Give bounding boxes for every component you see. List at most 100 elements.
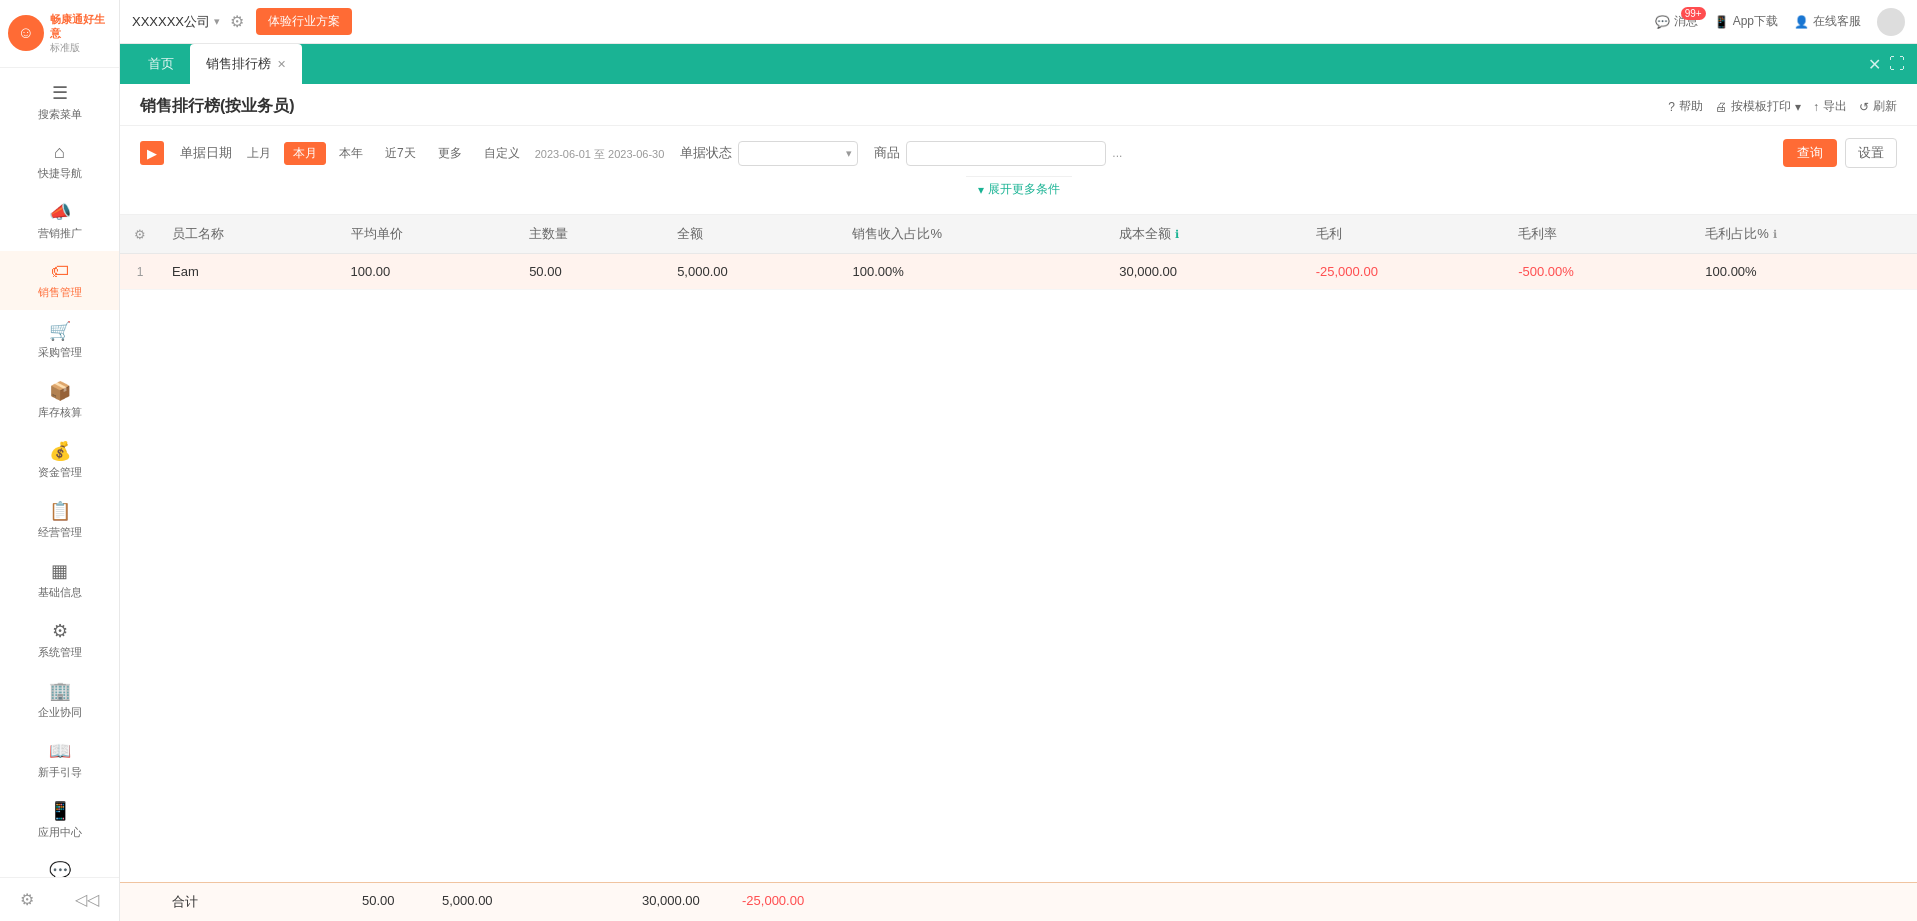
collab-icon: 🏢 <box>49 680 71 702</box>
status-select[interactable] <box>738 141 858 166</box>
sidebar-item-label: 企业协同 <box>38 705 82 720</box>
goods-ellipsis[interactable]: ... <box>1112 146 1122 160</box>
basic-info-icon: ▦ <box>51 560 68 582</box>
tab-sales-rank-label: 销售排行榜 <box>206 55 271 73</box>
sidebar-item-app-center[interactable]: 📱 应用中心 <box>0 790 119 850</box>
company-selector[interactable]: XXXXXX公司 ▾ <box>132 13 220 31</box>
filter-row: ▶ 单据日期 上月 本月 本年 近7天 更多 自定义 2023-06-01 至 … <box>140 138 1897 168</box>
tab-maximize-icon[interactable]: ⛶ <box>1889 55 1905 74</box>
footer-profit-rate <box>842 893 932 911</box>
th-sales-pct: 销售收入占比% <box>840 215 1107 254</box>
sidebar-item-label: 库存核算 <box>38 405 82 420</box>
sidebar-bottom: ⚙ ◁◁ <box>0 877 119 921</box>
goods-input[interactable] <box>906 141 1106 166</box>
footer-cells: 合计 50.00 5,000.00 30,000.00 -25,000.00 <box>132 893 1905 911</box>
sidebar-logo: ☺ 畅康通好生意 标准版 <box>0 0 119 68</box>
filter-goods-item: 商品 ... <box>874 141 1122 166</box>
sidebar-item-guide[interactable]: 📖 新手引导 <box>0 730 119 790</box>
data-table: ⚙ 员工名称 平均单价 主数量 全额 销售收入占比% 成本全额 ℹ 毛利 毛利率… <box>120 215 1917 290</box>
sidebar-item-label: 系统管理 <box>38 645 82 660</box>
footer-cost: 30,000.00 <box>642 893 742 911</box>
online-service-btn[interactable]: 👤 在线客服 <box>1794 13 1861 30</box>
page-actions: ? 帮助 🖨 按模板打印 ▾ ↑ 导出 ↺ 刷新 <box>1668 98 1897 115</box>
filter-status-item: 单据状态 <box>680 141 858 166</box>
sidebar-item-funds[interactable]: 💰 资金管理 <box>0 430 119 490</box>
settings-bottom-icon[interactable]: ⚙ <box>16 886 38 913</box>
logo-text: 畅康通好生意 <box>50 12 111 41</box>
cost-info-icon[interactable]: ℹ <box>1175 228 1179 240</box>
sidebar-item-label: 基础信息 <box>38 585 82 600</box>
th-profit-pct: 毛利占比% ℹ <box>1693 215 1917 254</box>
app-center-icon: 📱 <box>49 800 71 822</box>
sidebar-item-enterprise-wechat[interactable]: 💬 企业微信 <box>0 850 119 877</box>
sidebar-item-operations[interactable]: 📋 经营管理 <box>0 490 119 550</box>
period-last-7days[interactable]: 近7天 <box>376 142 425 165</box>
tab-close-all-icon[interactable]: ✕ <box>1868 55 1881 74</box>
message-badge: 99+ <box>1681 7 1706 20</box>
filter-more-row: ▾ 展开更多条件 <box>140 168 1897 202</box>
print-btn[interactable]: 🖨 按模板打印 ▾ <box>1715 98 1801 115</box>
sidebar-item-label: 资金管理 <box>38 465 82 480</box>
footer-profit: -25,000.00 <box>742 893 842 911</box>
expand-more-btn[interactable]: ▾ 展开更多条件 <box>966 176 1072 202</box>
td-quantity: 50.00 <box>517 254 665 290</box>
column-settings-icon[interactable]: ⚙ <box>134 227 146 242</box>
sidebar-item-inventory[interactable]: 📦 库存核算 <box>0 370 119 430</box>
tab-home-label: 首页 <box>148 55 174 73</box>
sidebar-item-purchase[interactable]: 🛒 采购管理 <box>0 310 119 370</box>
refresh-btn[interactable]: ↺ 刷新 <box>1859 98 1897 115</box>
settings-btn[interactable]: 设置 <box>1845 138 1897 168</box>
footer-label <box>132 893 172 911</box>
sidebar-item-label: 采购管理 <box>38 345 82 360</box>
footer-sales-pct <box>532 893 642 911</box>
logo-sub: 标准版 <box>50 41 111 55</box>
tab-home[interactable]: 首页 <box>132 44 190 84</box>
topbar-settings-icon[interactable]: ⚙ <box>230 12 244 31</box>
export-icon: ↑ <box>1813 100 1819 114</box>
period-this-year[interactable]: 本年 <box>330 142 372 165</box>
company-name: XXXXXX公司 <box>132 13 210 31</box>
user-avatar[interactable] <box>1877 8 1905 36</box>
goods-filter-label: 商品 <box>874 144 900 162</box>
query-btn[interactable]: 查询 <box>1783 139 1837 167</box>
td-profit-rate: -500.00% <box>1506 254 1693 290</box>
print-label: 按模板打印 <box>1731 98 1791 115</box>
footer-quantity: 50.00 <box>362 893 442 911</box>
period-last-month[interactable]: 上月 <box>238 142 280 165</box>
page-title: 销售排行榜(按业务员) <box>140 96 295 117</box>
sidebar-item-marketing[interactable]: 📣 营销推广 <box>0 191 119 251</box>
period-this-month[interactable]: 本月 <box>284 142 326 165</box>
status-filter-label: 单据状态 <box>680 144 732 162</box>
help-btn[interactable]: ? 帮助 <box>1668 98 1703 115</box>
sidebar-item-sales[interactable]: 🏷 销售管理 <box>0 251 119 310</box>
home-icon: ⌂ <box>54 142 65 163</box>
period-more[interactable]: 更多 <box>429 142 471 165</box>
sidebar-item-label: 销售管理 <box>38 285 82 300</box>
trial-btn[interactable]: 体验行业方案 <box>256 8 352 35</box>
sidebar-item-search[interactable]: ☰ 搜索菜单 <box>0 72 119 132</box>
company-dropdown-icon: ▾ <box>214 15 220 28</box>
th-quantity: 主数量 <box>517 215 665 254</box>
sidebar-item-enterprise-collab[interactable]: 🏢 企业协同 <box>0 670 119 730</box>
td-rank: 1 <box>120 254 160 290</box>
print-icon: 🖨 <box>1715 100 1727 114</box>
sidebar-item-system[interactable]: ⚙ 系统管理 <box>0 610 119 670</box>
sidebar-nav: ☰ 搜索菜单 ⌂ 快捷导航 📣 营销推广 🏷 销售管理 🛒 采购管理 📦 库存核… <box>0 68 119 877</box>
period-custom[interactable]: 自定义 <box>475 142 529 165</box>
footer-profit-pct <box>932 893 1022 911</box>
sidebar-item-basic-info[interactable]: ▦ 基础信息 <box>0 550 119 610</box>
operations-icon: 📋 <box>49 500 71 522</box>
th-amount: 全额 <box>665 215 840 254</box>
collapse-sidebar-icon[interactable]: ◁◁ <box>71 886 103 913</box>
tab-close-icon[interactable]: ✕ <box>277 58 286 71</box>
export-btn[interactable]: ↑ 导出 <box>1813 98 1847 115</box>
marketing-icon: 📣 <box>49 201 71 223</box>
message-btn[interactable]: 💬 消息 99+ <box>1655 13 1698 30</box>
footer-avg-price <box>272 893 362 911</box>
guide-icon: 📖 <box>49 740 71 762</box>
filter-toggle-btn[interactable]: ▶ <box>140 141 164 165</box>
tab-sales-rank[interactable]: 销售排行榜 ✕ <box>190 44 302 84</box>
app-download-btn[interactable]: 📱 App下载 <box>1714 13 1778 30</box>
sidebar-item-quick-nav[interactable]: ⌂ 快捷导航 <box>0 132 119 191</box>
profit-pct-info-icon[interactable]: ℹ <box>1773 228 1777 240</box>
